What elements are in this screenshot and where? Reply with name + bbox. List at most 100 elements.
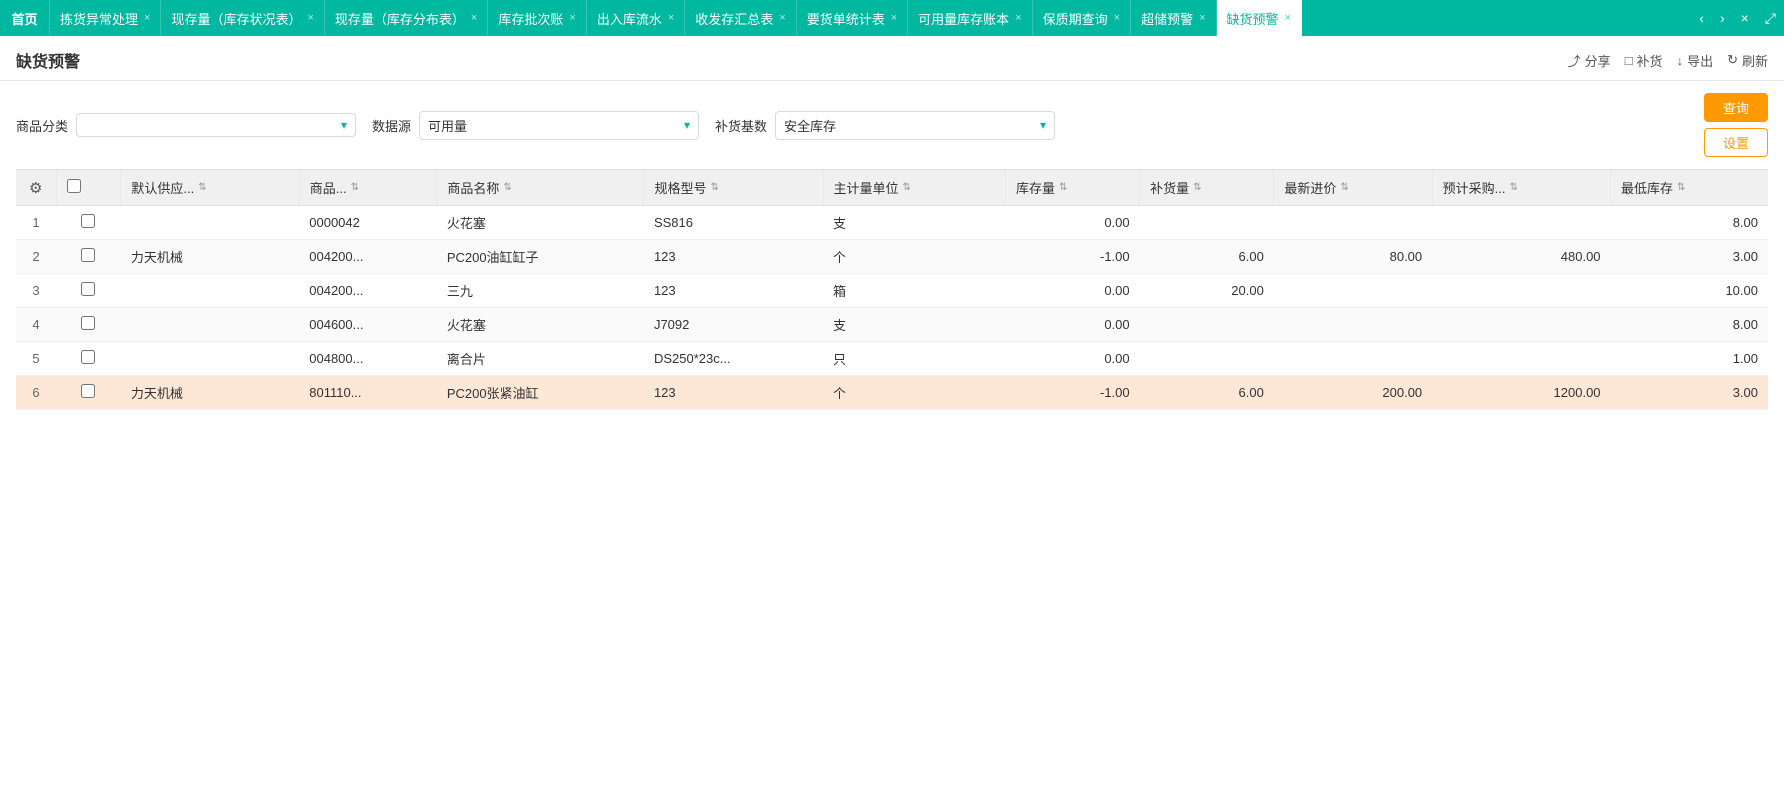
cell-stock: 0.00 xyxy=(1005,342,1139,376)
chevron-down-icon: ▾ xyxy=(1040,118,1046,132)
sort-icon[interactable]: ⇅ xyxy=(710,182,718,193)
close-icon[interactable]: × xyxy=(144,12,150,24)
next-arrow[interactable]: › xyxy=(1712,10,1733,26)
th-spec: 规格型号 ⇅ xyxy=(644,170,823,206)
replenish-icon: □ xyxy=(1625,53,1633,68)
prev-arrow[interactable]: ‹ xyxy=(1691,10,1712,26)
row-num: 3 xyxy=(16,274,56,308)
cell-min-stock: 3.00 xyxy=(1611,376,1768,410)
close-icon[interactable]: × xyxy=(1114,12,1120,24)
nav-tab-receipt[interactable]: 收发存汇总表 × xyxy=(685,0,796,36)
nav-tab-expiry[interactable]: 保质期查询 × xyxy=(1033,0,1131,36)
chevron-down-icon: ▾ xyxy=(341,118,347,132)
settings-gear-icon[interactable]: ⚙ xyxy=(29,180,42,197)
cell-latest-price xyxy=(1274,342,1432,376)
category-label: 商品分类 xyxy=(16,116,68,135)
row-num: 4 xyxy=(16,308,56,342)
export-button[interactable]: ↓ 导出 xyxy=(1677,51,1714,70)
sort-icon[interactable]: ⇅ xyxy=(503,182,511,193)
settings-button[interactable]: 设置 xyxy=(1704,128,1768,157)
close-icon[interactable]: × xyxy=(891,12,897,24)
row-checkbox[interactable] xyxy=(81,316,95,330)
th-stock: 库存量 ⇅ xyxy=(1005,170,1139,206)
cell-replenish: 6.00 xyxy=(1140,240,1274,274)
datasource-label: 数据源 xyxy=(372,116,411,135)
refresh-button[interactable]: ↻ 刷新 xyxy=(1727,51,1768,70)
sort-icon[interactable]: ⇅ xyxy=(1510,182,1518,193)
row-checkbox-cell xyxy=(56,206,121,240)
nav-tab-overstock[interactable]: 超储预警 × xyxy=(1131,0,1216,36)
cell-sku: 004600... xyxy=(299,308,437,342)
cell-sku: 004800... xyxy=(299,342,437,376)
sort-icon[interactable]: ⇅ xyxy=(1059,182,1067,193)
th-checkbox xyxy=(56,170,121,206)
cell-unit: 个 xyxy=(823,376,1005,410)
th-unit: 主计量单位 ⇅ xyxy=(823,170,1005,206)
cell-replenish: 6.00 xyxy=(1140,376,1274,410)
nav-tab-inventory-status[interactable]: 现存量（库存状况表） × xyxy=(161,0,324,36)
nav-tab-home[interactable]: 首页 xyxy=(0,0,50,36)
sort-icon[interactable]: ⇅ xyxy=(1677,182,1685,193)
close-icon[interactable]: × xyxy=(668,12,674,24)
nav-tab-inout[interactable]: 出入库流水 × xyxy=(587,0,685,36)
th-settings[interactable]: ⚙ xyxy=(16,170,56,206)
cell-unit: 箱 xyxy=(823,274,1005,308)
close-icon[interactable]: × xyxy=(1199,12,1205,24)
cell-sku: 801110... xyxy=(299,376,437,410)
cell-stock: -1.00 xyxy=(1005,376,1139,410)
th-latest-price: 最新进价 ⇅ xyxy=(1274,170,1432,206)
cell-unit: 只 xyxy=(823,342,1005,376)
row-checkbox-cell xyxy=(56,240,121,274)
cell-stock: 0.00 xyxy=(1005,274,1139,308)
nav-tab-batch[interactable]: 库存批次账 × xyxy=(488,0,586,36)
expand-window[interactable]: ⤢ xyxy=(1757,10,1784,27)
close-icon[interactable]: × xyxy=(779,12,785,24)
row-checkbox[interactable] xyxy=(81,384,95,398)
th-supplier: 默认供应... ⇅ xyxy=(121,170,299,206)
cell-stock: 0.00 xyxy=(1005,308,1139,342)
close-icon[interactable]: × xyxy=(1285,12,1291,24)
nav-tab-inventory-dist[interactable]: 现存量（库存分布表） × xyxy=(325,0,488,36)
close-icon[interactable]: × xyxy=(569,12,575,24)
sort-icon[interactable]: ⇅ xyxy=(1340,182,1348,193)
nav-tab-shortage[interactable]: 缺货预警 × xyxy=(1217,0,1302,36)
page-header: 缺货预警 ⤴ 分享 □ 补货 ↓ 导出 ↻ 刷新 xyxy=(0,36,1784,81)
cell-latest-price xyxy=(1274,274,1432,308)
cell-est-purchase xyxy=(1432,342,1610,376)
cell-min-stock: 1.00 xyxy=(1611,342,1768,376)
table-wrap: ⚙ 默认供应... ⇅ 商品... ⇅ xyxy=(0,169,1784,410)
share-button[interactable]: ⤴ 分享 xyxy=(1568,51,1611,70)
query-button[interactable]: 查询 xyxy=(1704,93,1768,122)
row-num: 1 xyxy=(16,206,56,240)
close-icon[interactable]: × xyxy=(307,12,313,24)
cell-est-purchase xyxy=(1432,308,1610,342)
row-checkbox[interactable] xyxy=(81,214,95,228)
row-checkbox[interactable] xyxy=(81,350,95,364)
nav-tab-abnormal[interactable]: 拣货异常处理 × xyxy=(50,0,161,36)
cell-name: 离合片 xyxy=(437,342,644,376)
share-icon: ⤴ xyxy=(1568,51,1581,70)
category-select[interactable]: ▾ xyxy=(76,113,356,137)
replenish-button[interactable]: □ 补货 xyxy=(1625,51,1663,70)
cell-supplier: 力天机械 xyxy=(121,376,299,410)
cell-name: 火花塞 xyxy=(437,308,644,342)
select-all-checkbox[interactable] xyxy=(67,179,81,193)
nav-tab-available[interactable]: 可用量库存账本 × xyxy=(908,0,1032,36)
cell-replenish xyxy=(1140,206,1274,240)
close-window[interactable]: × xyxy=(1733,10,1757,26)
sort-icon[interactable]: ⇅ xyxy=(351,182,359,193)
sort-icon[interactable]: ⇅ xyxy=(198,182,206,193)
sort-icon[interactable]: ⇅ xyxy=(903,182,911,193)
cell-spec: SS816 xyxy=(644,206,823,240)
cell-supplier xyxy=(121,308,299,342)
row-checkbox[interactable] xyxy=(81,282,95,296)
close-icon[interactable]: × xyxy=(1015,12,1021,24)
datasource-select[interactable]: 可用量 ▾ xyxy=(419,111,699,140)
cell-supplier: 力天机械 xyxy=(121,240,299,274)
nav-arrows: ‹ › × ⤢ xyxy=(1691,10,1784,27)
close-icon[interactable]: × xyxy=(471,12,477,24)
row-checkbox[interactable] xyxy=(81,248,95,262)
nav-tab-order-stat[interactable]: 要货单统计表 × xyxy=(797,0,908,36)
base-select[interactable]: 安全库存 ▾ xyxy=(775,111,1055,140)
sort-icon[interactable]: ⇅ xyxy=(1193,182,1201,193)
